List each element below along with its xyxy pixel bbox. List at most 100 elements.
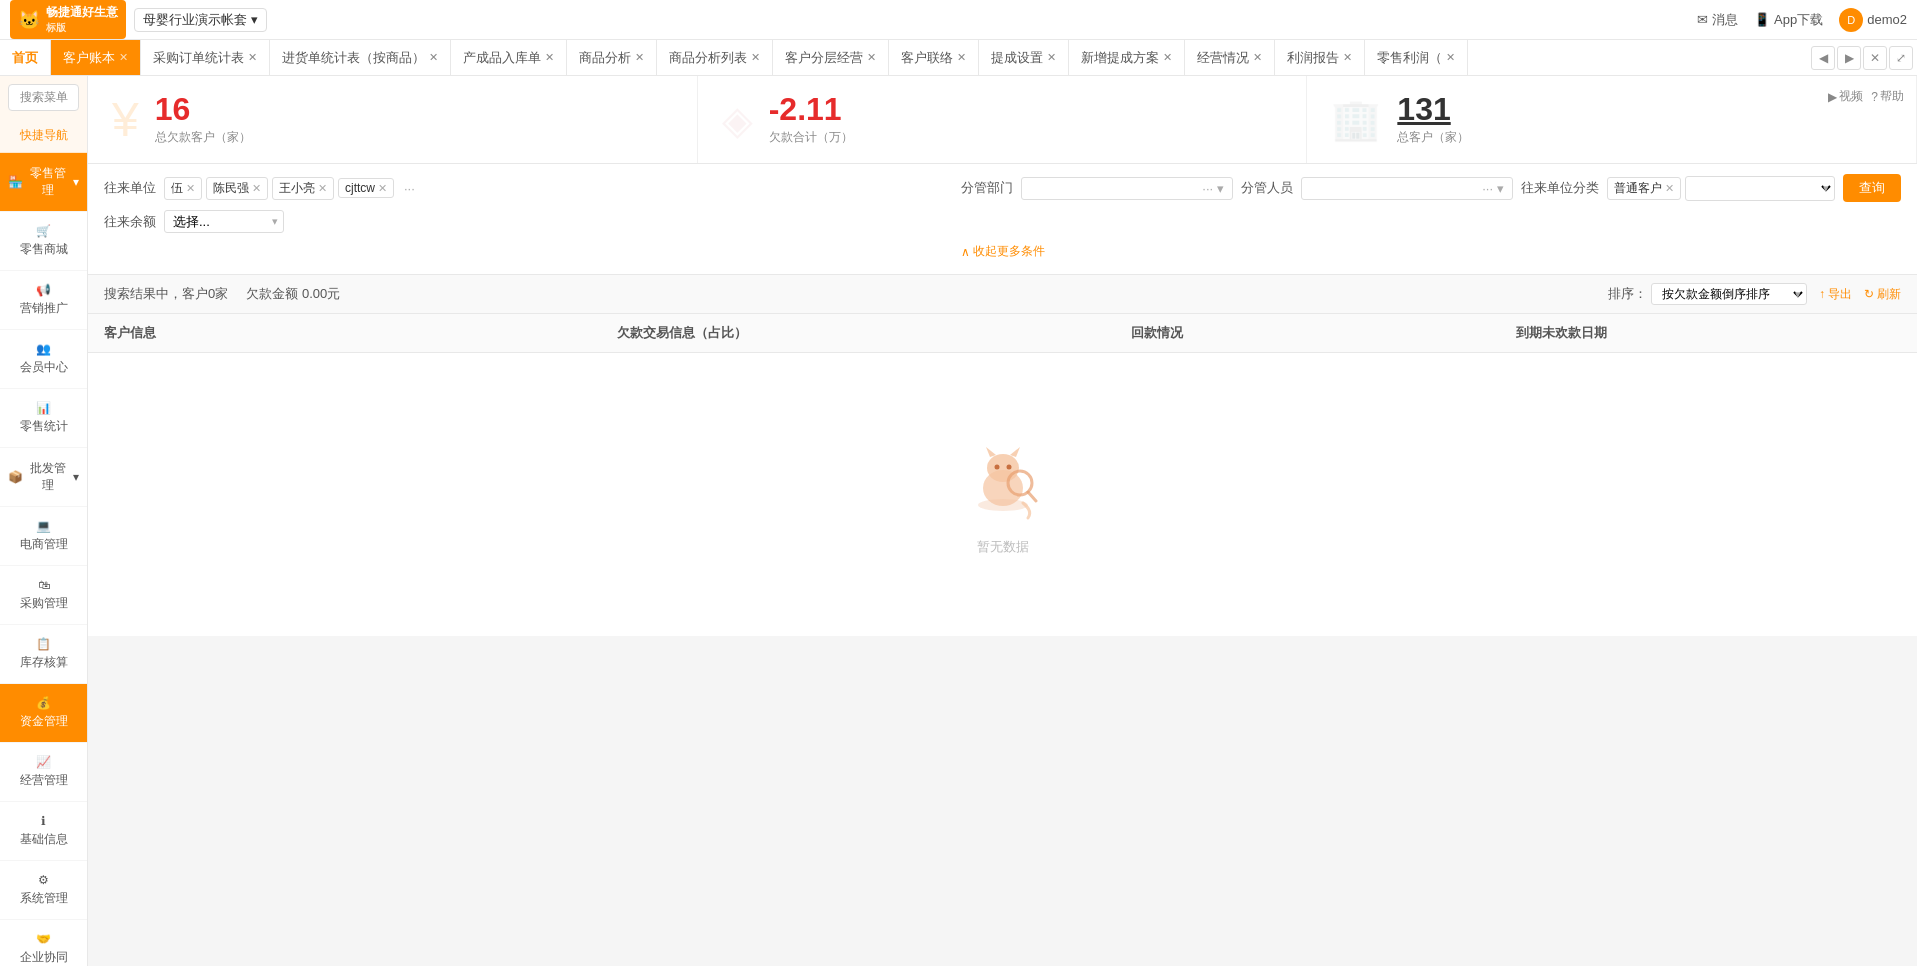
nav-next-btn[interactable]: ▶ <box>1837 46 1861 70</box>
close-icon[interactable]: ✕ <box>957 51 966 64</box>
close-icon[interactable]: ✕ <box>1163 51 1172 64</box>
sort-select-area[interactable]: 按欠款金额倒序排序 <box>1651 283 1807 305</box>
tag-cjttcw-close[interactable]: ✕ <box>378 182 387 195</box>
classify-area: 普通客户 ✕ <box>1607 176 1835 201</box>
tag-cjttcw-text: cjttcw <box>345 181 375 195</box>
classify-label: 往来单位分类 <box>1521 179 1599 197</box>
export-icon: ↑ <box>1819 287 1825 301</box>
person-input-wrap[interactable]: ··· ▾ <box>1301 177 1513 200</box>
close-icon[interactable]: ✕ <box>751 51 760 64</box>
search-menu-btn[interactable]: 搜索菜单 <box>8 84 79 111</box>
sidebar-item-finance[interactable]: 💰 资金管理 <box>0 684 87 743</box>
surplus-select-wrap[interactable]: 选择... <box>164 210 284 233</box>
help-btn[interactable]: ? 帮助 <box>1871 88 1904 105</box>
company-selector[interactable]: 母婴行业演示帐套 ▾ <box>134 8 267 32</box>
query-button[interactable]: 查询 <box>1843 174 1901 202</box>
quick-nav-btn[interactable]: 快捷导航 <box>0 119 87 153</box>
megaphone-icon: 📢 <box>36 283 51 297</box>
sidebar-item-member[interactable]: 👥 会员中心 <box>0 330 87 389</box>
person-input[interactable] <box>1310 181 1478 196</box>
tab-product-inbound[interactable]: 产成品入库单 ✕ <box>451 40 567 76</box>
result-summary: 搜索结果中，客户0家 欠款金额 0.00元 <box>104 285 340 303</box>
tab-product-analysis-list[interactable]: 商品分析列表 ✕ <box>657 40 773 76</box>
message-btn[interactable]: ✉ 消息 <box>1697 11 1738 29</box>
close-icon[interactable]: ✕ <box>1343 51 1352 64</box>
sidebar-item-retail-stats[interactable]: 📊 零售统计 <box>0 389 87 448</box>
nav-close-all-btn[interactable]: ✕ <box>1863 46 1887 70</box>
close-icon[interactable]: ✕ <box>1047 51 1056 64</box>
tab-home[interactable]: 首页 <box>0 40 51 76</box>
tab-customer-contact[interactable]: 客户联络 ✕ <box>889 40 979 76</box>
col-repayment: 回款情况 <box>1131 324 1516 342</box>
classify-tag[interactable]: 普通客户 ✕ <box>1607 177 1681 200</box>
sidebar-item-basic-info[interactable]: ℹ 基础信息 <box>0 802 87 861</box>
sidebar-item-system[interactable]: ⚙ 系统管理 <box>0 861 87 920</box>
surplus-select[interactable]: 选择... <box>164 210 284 233</box>
dept-input[interactable] <box>1030 181 1198 196</box>
sidebar-item-marketing[interactable]: 📢 营销推广 <box>0 271 87 330</box>
sidebar-label-retail: 零售管理 <box>26 165 70 199</box>
sidebar-item-operation[interactable]: 📈 经营管理 <box>0 743 87 802</box>
tab-customer-ledger[interactable]: 客户账本 ✕ <box>51 40 141 76</box>
filter-tag-wang[interactable]: 王小亮 ✕ <box>272 177 334 200</box>
tab-operation[interactable]: 经营情况 ✕ <box>1185 40 1275 76</box>
chevron-down-icon: ▾ <box>251 12 258 27</box>
classify-tag-close[interactable]: ✕ <box>1665 182 1674 195</box>
stats-bar: ¥ 16 总欠款客户（家） ◈ -2.11 欠款合计（万） 🏢 131 <box>88 76 1917 164</box>
refresh-btn[interactable]: ↻ 刷新 <box>1864 286 1901 303</box>
result-bar-right: 排序： 按欠款金额倒序排序 ↑ 导出 ↻ 刷新 <box>1608 283 1901 305</box>
video-help-btn[interactable]: ▶ 视频 <box>1828 88 1863 105</box>
sidebar-item-inventory[interactable]: 📋 库存核算 <box>0 625 87 684</box>
download-icon: 📱 <box>1754 12 1770 27</box>
logo-area: 🐱 畅捷通好生意 标版 <box>10 0 126 39</box>
tab-purchase-stats-by-product[interactable]: 进货单统计表（按商品） ✕ <box>270 40 451 76</box>
sidebar-item-enterprise-collab[interactable]: 🤝 企业协同 <box>0 920 87 966</box>
export-btn[interactable]: ↑ 导出 <box>1819 286 1852 303</box>
sidebar-item-wholesale-mgmt[interactable]: 📦 批发管理 ▾ <box>0 448 87 507</box>
stat-total-customers: 🏢 131 总客户（家） ▶ 视频 ? 帮助 <box>1307 76 1917 163</box>
money-icon: 💰 <box>36 696 51 710</box>
tab-add-commission[interactable]: 新增提成方案 ✕ <box>1069 40 1185 76</box>
filter-tag-wu[interactable]: 伍 ✕ <box>164 177 202 200</box>
filter-more-btn[interactable]: ··· <box>398 179 421 198</box>
sidebar-item-retail-mgmt[interactable]: 🏪 零售管理 ▾ <box>0 153 87 212</box>
tag-wang-text: 王小亮 <box>279 180 315 197</box>
dept-more-icon[interactable]: ··· <box>1202 181 1213 196</box>
tab-purchase-order-stats[interactable]: 采购订单统计表 ✕ <box>141 40 270 76</box>
handshake-icon: 🤝 <box>36 932 51 946</box>
classify-select[interactable] <box>1685 176 1835 201</box>
app-download-btn[interactable]: 📱 App下载 <box>1754 11 1823 29</box>
tab-commission-setting[interactable]: 提成设置 ✕ <box>979 40 1069 76</box>
person-more-icon[interactable]: ··· <box>1482 181 1493 196</box>
close-icon[interactable]: ✕ <box>867 51 876 64</box>
close-icon[interactable]: ✕ <box>1253 51 1262 64</box>
nav-prev-btn[interactable]: ◀ <box>1811 46 1835 70</box>
close-icon[interactable]: ✕ <box>248 51 257 64</box>
close-icon[interactable]: ✕ <box>1446 51 1455 64</box>
tab-profit-report[interactable]: 利润报告 ✕ <box>1275 40 1365 76</box>
close-icon[interactable]: ✕ <box>429 51 438 64</box>
sidebar: 搜索菜单 快捷导航 🏪 零售管理 ▾ 🛒 零售商城 📢 营销推广 👥 会员中心 … <box>0 76 88 966</box>
nav-expand-btn[interactable]: ⤢ <box>1889 46 1913 70</box>
stat-icon-diamond: ◈ <box>722 97 753 143</box>
sidebar-item-purchase[interactable]: 🛍 采购管理 <box>0 566 87 625</box>
sidebar-item-retail-mall[interactable]: 🛒 零售商城 <box>0 212 87 271</box>
user-area[interactable]: D demo2 <box>1839 8 1907 32</box>
tag-chen-close[interactable]: ✕ <box>252 182 261 195</box>
close-icon[interactable]: ✕ <box>545 51 554 64</box>
collapse-btn[interactable]: ∧ 收起更多条件 <box>961 239 1045 264</box>
tab-product-analysis[interactable]: 商品分析 ✕ <box>567 40 657 76</box>
close-icon[interactable]: ✕ <box>635 51 644 64</box>
sidebar-search-area: 搜索菜单 <box>0 76 87 119</box>
sort-select[interactable]: 按欠款金额倒序排序 <box>1651 283 1807 305</box>
filter-tag-cjttcw[interactable]: cjttcw ✕ <box>338 178 394 198</box>
classify-select-wrap[interactable] <box>1685 176 1835 201</box>
tab-retail-profit[interactable]: 零售利润（ ✕ <box>1365 40 1468 76</box>
tag-wang-close[interactable]: ✕ <box>318 182 327 195</box>
sidebar-item-ecommerce[interactable]: 💻 电商管理 <box>0 507 87 566</box>
close-icon[interactable]: ✕ <box>119 51 128 64</box>
tab-customer-tier[interactable]: 客户分层经营 ✕ <box>773 40 889 76</box>
filter-tag-chen[interactable]: 陈民强 ✕ <box>206 177 268 200</box>
tag-wu-close[interactable]: ✕ <box>186 182 195 195</box>
dept-input-wrap[interactable]: ··· ▾ <box>1021 177 1233 200</box>
